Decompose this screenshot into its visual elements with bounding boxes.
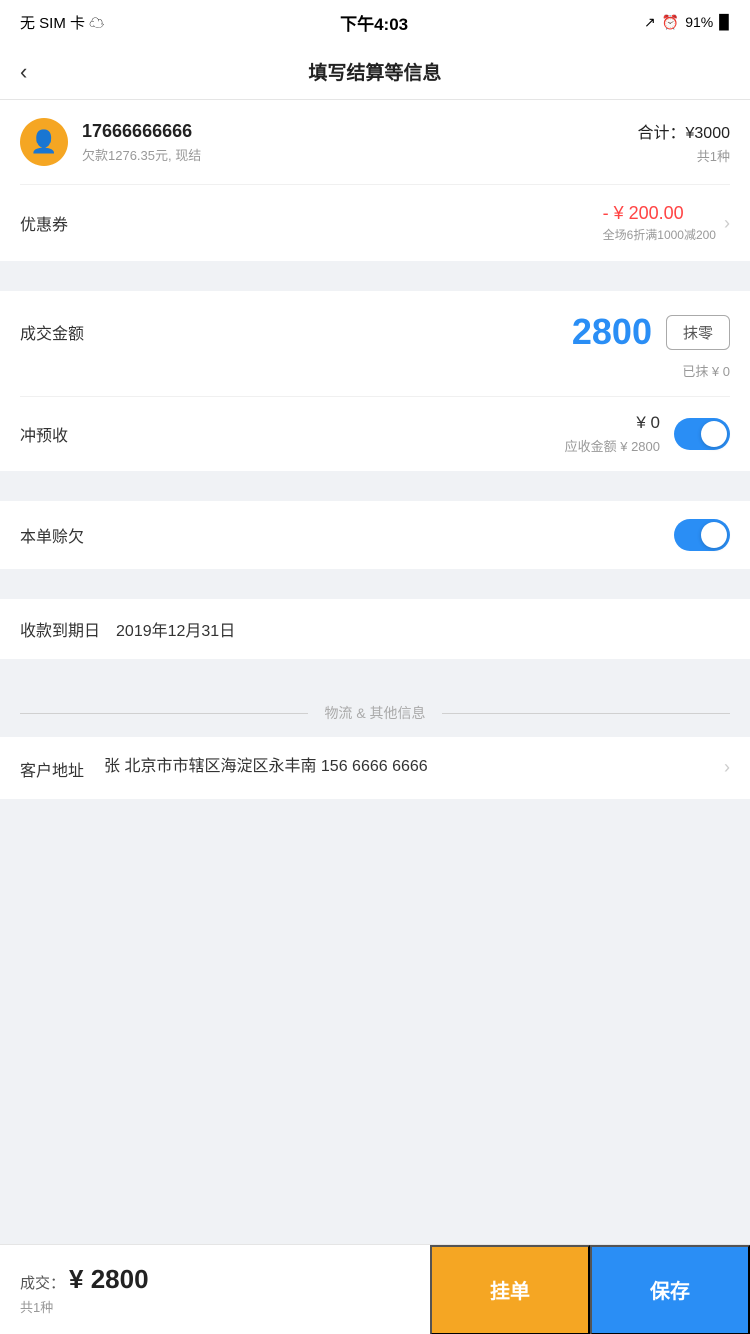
spacer [0, 271, 750, 291]
prepay-label: 冲预收 [20, 422, 68, 446]
address-arrow-icon: › [724, 755, 730, 778]
customer-info: 17666666666 欠款1276.35元, 现结 [82, 121, 201, 164]
customer-row: 👤 17666666666 欠款1276.35元, 现结 合计：¥3000 共1… [0, 100, 750, 184]
sim-label: 无 SIM 卡 ☁ [20, 12, 104, 33]
avatar-icon: 👤 [30, 129, 57, 155]
status-time: 下午4:03 [340, 10, 408, 35]
logistics-divider: 物流 & 其他信息 [0, 689, 750, 737]
customer-total: 合计：¥3000 [637, 119, 730, 143]
debt-label: 本单赊欠 [20, 523, 84, 547]
total-value: ¥3000 [686, 125, 731, 142]
spacer-3 [0, 579, 750, 599]
status-left: 无 SIM 卡 ☁ [20, 12, 104, 33]
debt-toggle[interactable] [674, 519, 730, 551]
nav-bar: ‹ 填写结算等信息 [0, 44, 750, 100]
amount-value: 2800 [572, 311, 652, 353]
prepay-right: ¥ 0 应收金额 ¥ 2800 [565, 413, 730, 455]
prepay-receivable: 应收金额 ¥ 2800 [565, 436, 660, 455]
amount-right: 2800 抹零 [572, 311, 730, 353]
due-date-row: 收款到期日 2019年12月31日 [20, 617, 730, 641]
coupon-row[interactable]: 优惠券 - ¥ 200.00 全场6折满1000减200 › [0, 185, 750, 261]
status-bar: 无 SIM 卡 ☁ 下午4:03 ↗ ⏰ 91% ▉ [0, 0, 750, 44]
coupon-discount: - ¥ 200.00 [603, 203, 716, 224]
save-button[interactable]: 保存 [590, 1245, 750, 1334]
address-value: 张 北京市市辖区海淀区永丰南 156 6666 6666 [104, 755, 714, 779]
coupon-arrow-icon: › [724, 213, 730, 234]
battery-label: 91% [685, 14, 713, 30]
customer-card: 👤 17666666666 欠款1276.35元, 现结 合计：¥3000 共1… [0, 100, 750, 261]
debt-section: 本单赊欠 [0, 501, 750, 569]
due-date-section: 收款到期日 2019年12月31日 [0, 599, 750, 659]
alarm-icon: ⏰ [662, 14, 679, 31]
amount-label: 成交金额 [20, 320, 84, 344]
address-row: 客户地址 张 北京市市辖区海淀区永丰南 156 6666 6666 › [20, 755, 730, 781]
address-section[interactable]: 客户地址 张 北京市市辖区海淀区永丰南 156 6666 6666 › [0, 737, 750, 799]
logistics-label: 物流 & 其他信息 [324, 703, 425, 723]
due-date-label: 收款到期日 [20, 617, 100, 641]
avatar: 👤 [20, 118, 68, 166]
back-button[interactable]: ‹ [20, 59, 27, 85]
location-icon: ↗ [644, 14, 656, 31]
spacer-2 [0, 481, 750, 501]
bottom-amount: ¥ 2800 [69, 1264, 149, 1295]
main-content: 👤 17666666666 欠款1276.35元, 现结 合计：¥3000 共1… [0, 100, 750, 1019]
customer-left: 👤 17666666666 欠款1276.35元, 现结 [20, 118, 201, 166]
page-title: 填写结算等信息 [308, 58, 441, 85]
customer-right: 合计：¥3000 共1种 [637, 119, 730, 165]
prepay-amount: ¥ 0 [565, 413, 660, 433]
status-right: ↗ ⏰ 91% ▉ [644, 14, 730, 31]
battery-icon: ▉ [719, 14, 730, 31]
total-label: 合计： [637, 125, 685, 142]
amount-section: 成交金额 2800 抹零 已抹 ¥ 0 冲预收 ¥ 0 应收金额 ¥ 2800 [0, 291, 750, 471]
prepay-toggle[interactable] [674, 418, 730, 450]
bottom-count: 共1种 [20, 1297, 410, 1316]
prepay-row: 冲预收 ¥ 0 应收金额 ¥ 2800 [0, 397, 750, 471]
hang-button[interactable]: 挂单 [430, 1245, 590, 1334]
due-date-value: 2019年12月31日 [116, 617, 235, 641]
customer-phone: 17666666666 [82, 121, 201, 142]
address-label: 客户地址 [20, 755, 84, 781]
amount-sub: 已抹 ¥ 0 [0, 361, 750, 396]
prepay-values: ¥ 0 应收金额 ¥ 2800 [565, 413, 660, 455]
amount-row: 成交金额 2800 抹零 [0, 291, 750, 361]
bottom-bar: 成交： ¥ 2800 共1种 挂单 保存 [0, 1244, 750, 1334]
round-button[interactable]: 抹零 [666, 315, 730, 350]
spacer-bottom [0, 799, 750, 919]
divider-line-left [20, 713, 308, 714]
coupon-desc: 全场6折满1000减200 [603, 226, 716, 243]
spacer-4 [0, 669, 750, 689]
coupon-label: 优惠券 [20, 211, 68, 235]
customer-count: 共1种 [637, 146, 730, 165]
divider-line-right [442, 713, 730, 714]
bottom-summary: 成交： ¥ 2800 共1种 [0, 1264, 430, 1316]
bottom-label: 成交： [20, 1272, 65, 1293]
customer-debt: 欠款1276.35元, 现结 [82, 145, 201, 164]
